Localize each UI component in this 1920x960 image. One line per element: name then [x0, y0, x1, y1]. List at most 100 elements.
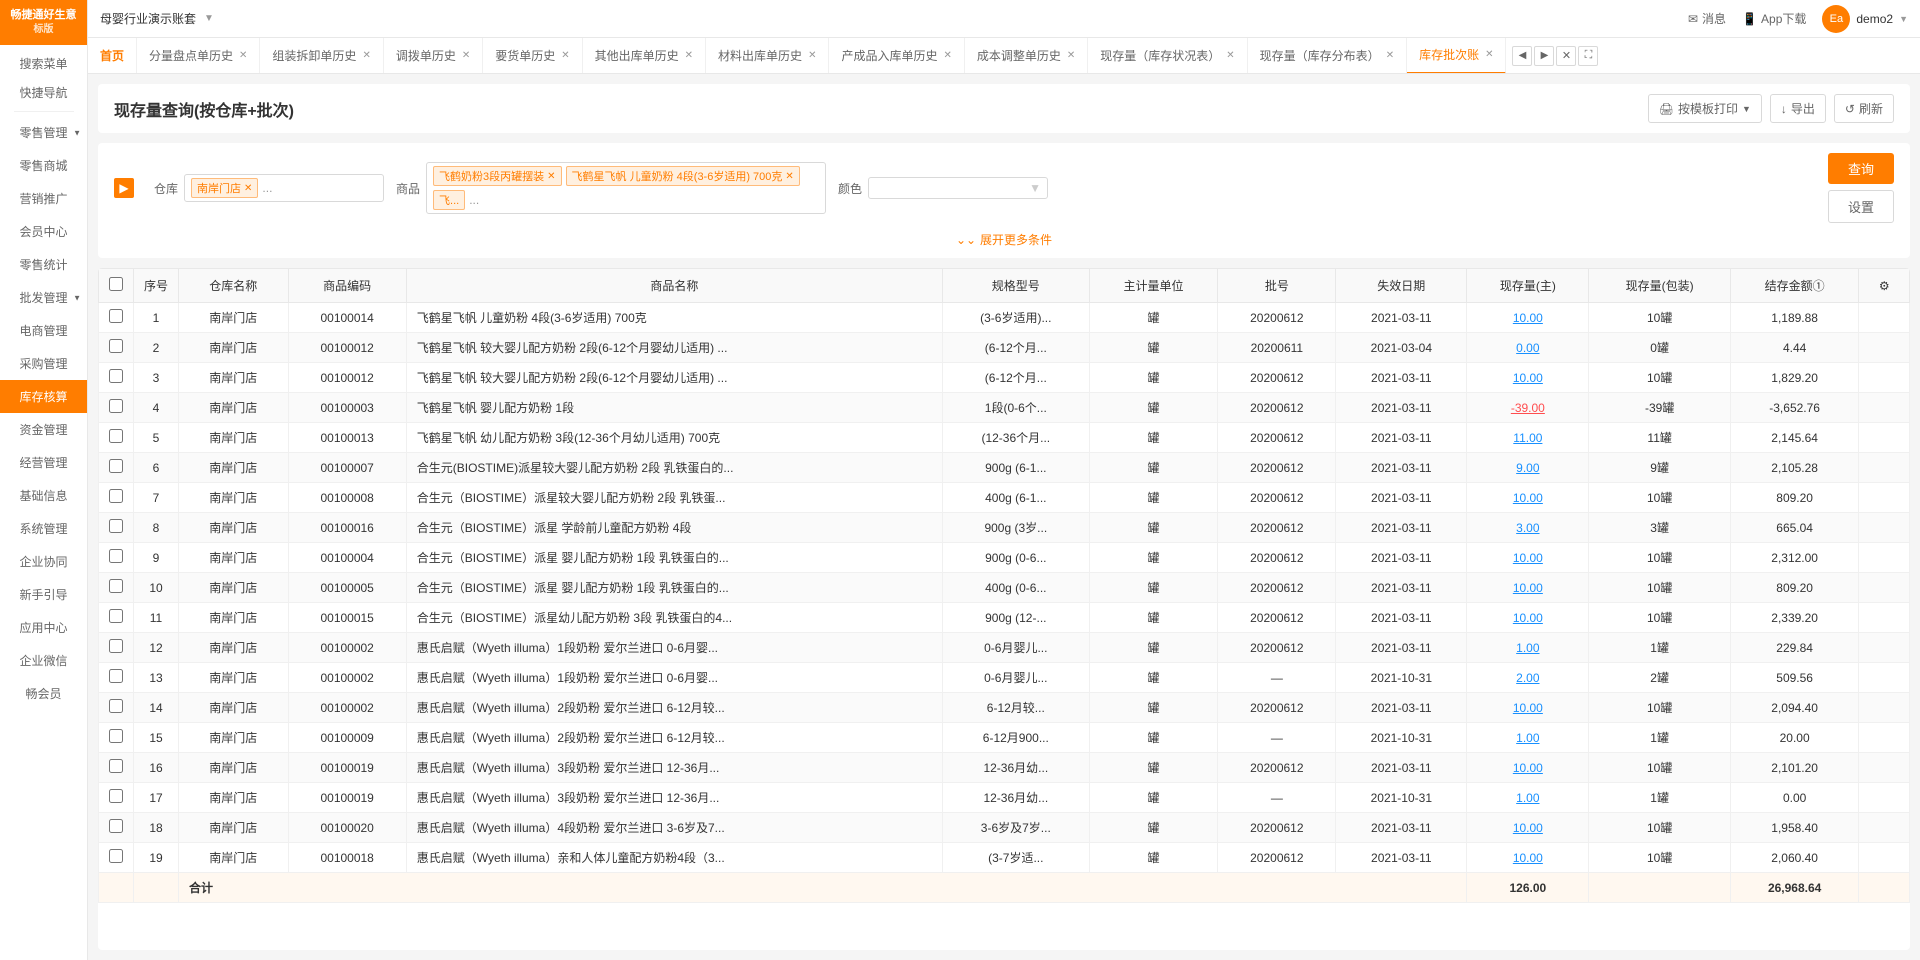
sidebar-item-inventory[interactable]: 库存核算: [0, 380, 87, 413]
tab-close-chengben[interactable]: ✕: [1067, 50, 1075, 61]
cell-checkbox[interactable]: [99, 663, 134, 693]
cell-checkbox[interactable]: [99, 363, 134, 393]
sidebar-item-vip[interactable]: 畅会员: [0, 677, 87, 710]
cell-checkbox[interactable]: [99, 423, 134, 453]
select-all-checkbox[interactable]: [109, 277, 123, 291]
cell-stock-main[interactable]: 10.00: [1467, 483, 1589, 513]
cell-checkbox[interactable]: [99, 453, 134, 483]
cell-stock-main[interactable]: 10.00: [1467, 543, 1589, 573]
row-checkbox-4[interactable]: [109, 429, 123, 443]
color-tag-input[interactable]: ▼: [868, 177, 1048, 199]
tab-close-cailiao[interactable]: ✕: [808, 50, 816, 61]
cell-checkbox[interactable]: [99, 723, 134, 753]
print-button[interactable]: 🖨 按模板打印 ▼: [1648, 94, 1762, 123]
row-checkbox-10[interactable]: [109, 609, 123, 623]
sidebar-item-purchase[interactable]: 采购管理: [0, 347, 87, 380]
row-checkbox-12[interactable]: [109, 669, 123, 683]
filter-expand-btn[interactable]: ▶: [114, 178, 134, 198]
sidebar-item-system[interactable]: 系统管理: [0, 512, 87, 545]
tab-chengben[interactable]: 成本调整单历史 ✕: [965, 38, 1088, 74]
row-checkbox-3[interactable]: [109, 399, 123, 413]
goods-tag-input[interactable]: 飞鹤奶粉3段丙罐摆装 ✕ 飞鹤星飞帆 儿童奶粉 4段(3-6岁适用) 700克 …: [426, 162, 826, 214]
row-checkbox-7[interactable]: [109, 519, 123, 533]
cell-stock-main[interactable]: -39.00: [1467, 393, 1589, 423]
topbar-app[interactable]: 📱 App下载: [1742, 10, 1806, 27]
sidebar-item-finance[interactable]: 资金管理: [0, 413, 87, 446]
refresh-button[interactable]: ↺ 刷新: [1834, 94, 1894, 123]
cell-checkbox[interactable]: [99, 483, 134, 513]
row-checkbox-13[interactable]: [109, 699, 123, 713]
cell-checkbox[interactable]: [99, 753, 134, 783]
row-checkbox-6[interactable]: [109, 489, 123, 503]
cell-checkbox[interactable]: [99, 393, 134, 423]
tab-next-btn[interactable]: ▶: [1534, 46, 1554, 66]
cell-checkbox[interactable]: [99, 603, 134, 633]
sidebar-item-retail-mall[interactable]: 零售商城: [0, 149, 87, 182]
cell-stock-main[interactable]: 1.00: [1467, 633, 1589, 663]
sidebar-item-enterprise[interactable]: 企业协同: [0, 545, 87, 578]
tab-zucai[interactable]: 组装拆卸单历史 ✕: [260, 38, 383, 74]
sidebar-item-newguide[interactable]: 新手引导: [0, 578, 87, 611]
tab-cailiao[interactable]: 材料出库单历史 ✕: [706, 38, 829, 74]
row-checkbox-0[interactable]: [109, 309, 123, 323]
cell-stock-main[interactable]: 10.00: [1467, 303, 1589, 333]
tab-fenpan[interactable]: 分量盘点单历史 ✕: [137, 38, 260, 74]
tab-qita[interactable]: 其他出库单历史 ✕: [583, 38, 706, 74]
row-checkbox-18[interactable]: [109, 849, 123, 863]
cell-checkbox[interactable]: [99, 783, 134, 813]
sidebar-item-member[interactable]: 会员中心: [0, 215, 87, 248]
setting-button[interactable]: 设置: [1828, 190, 1894, 223]
cell-checkbox[interactable]: [99, 543, 134, 573]
cell-stock-main[interactable]: 10.00: [1467, 363, 1589, 393]
cell-stock-main[interactable]: 0.00: [1467, 333, 1589, 363]
cell-checkbox[interactable]: [99, 573, 134, 603]
tab-yaohuo[interactable]: 要货单历史 ✕: [483, 38, 582, 74]
sidebar-item-operation[interactable]: 经营管理: [0, 446, 87, 479]
tab-close-yaohuo[interactable]: ✕: [561, 50, 569, 61]
cell-stock-main[interactable]: 10.00: [1467, 603, 1589, 633]
cell-checkbox[interactable]: [99, 843, 134, 873]
goods-more-dots[interactable]: ...: [469, 193, 479, 207]
tab-xianzai2[interactable]: 现存量（库存分布表） ✕: [1248, 38, 1407, 74]
cell-stock-main[interactable]: 11.00: [1467, 423, 1589, 453]
row-checkbox-11[interactable]: [109, 639, 123, 653]
tab-pipici[interactable]: 库存批次账 ✕: [1407, 38, 1506, 74]
topbar-msg[interactable]: ✉ 消息: [1688, 10, 1726, 27]
sidebar-item-basic[interactable]: 基础信息: [0, 479, 87, 512]
goods-tag-feihe3-remove[interactable]: ✕: [547, 171, 555, 182]
cell-checkbox[interactable]: [99, 633, 134, 663]
tab-close-pipici[interactable]: ✕: [1485, 49, 1493, 60]
tab-close-fenpan[interactable]: ✕: [239, 50, 247, 61]
tab-xianzai1[interactable]: 现存量（库存状况表） ✕: [1088, 38, 1247, 74]
cell-stock-main[interactable]: 10.00: [1467, 843, 1589, 873]
sidebar-item-marketing[interactable]: 营销推广: [0, 182, 87, 215]
query-button[interactable]: 查询: [1828, 153, 1894, 184]
cell-stock-main[interactable]: 1.00: [1467, 783, 1589, 813]
tab-close-all-btn[interactable]: ✕: [1556, 46, 1576, 66]
tab-maximize-btn[interactable]: ⛶: [1578, 46, 1598, 66]
tab-home[interactable]: 首页: [88, 38, 137, 74]
tab-chengpin[interactable]: 产成品入库单历史 ✕: [829, 38, 964, 74]
row-checkbox-5[interactable]: [109, 459, 123, 473]
row-checkbox-15[interactable]: [109, 759, 123, 773]
cell-checkbox[interactable]: [99, 303, 134, 333]
cell-checkbox[interactable]: [99, 513, 134, 543]
sidebar-item-quicknav[interactable]: 快捷导航: [0, 78, 87, 107]
row-checkbox-14[interactable]: [109, 729, 123, 743]
sidebar-item-search[interactable]: 搜索菜单: [0, 45, 87, 78]
cell-stock-main[interactable]: 10.00: [1467, 813, 1589, 843]
expand-more-btn[interactable]: ⌄⌄ 展开更多条件: [956, 231, 1052, 248]
tab-close-zucai[interactable]: ✕: [362, 50, 370, 61]
tab-close-tiaobo[interactable]: ✕: [462, 50, 470, 61]
row-checkbox-2[interactable]: [109, 369, 123, 383]
cell-stock-main[interactable]: 10.00: [1467, 753, 1589, 783]
sidebar-logo[interactable]: 畅捷通好生意 标版: [0, 0, 88, 45]
cell-stock-main[interactable]: 10.00: [1467, 693, 1589, 723]
cell-stock-main[interactable]: 10.00: [1467, 573, 1589, 603]
th-checkbox[interactable]: [99, 269, 134, 303]
row-checkbox-17[interactable]: [109, 819, 123, 833]
sidebar-item-retail-mgmt[interactable]: 零售管理: [0, 116, 87, 149]
topbar-arrow[interactable]: ▼: [204, 13, 214, 24]
row-checkbox-9[interactable]: [109, 579, 123, 593]
cell-stock-main[interactable]: 2.00: [1467, 663, 1589, 693]
